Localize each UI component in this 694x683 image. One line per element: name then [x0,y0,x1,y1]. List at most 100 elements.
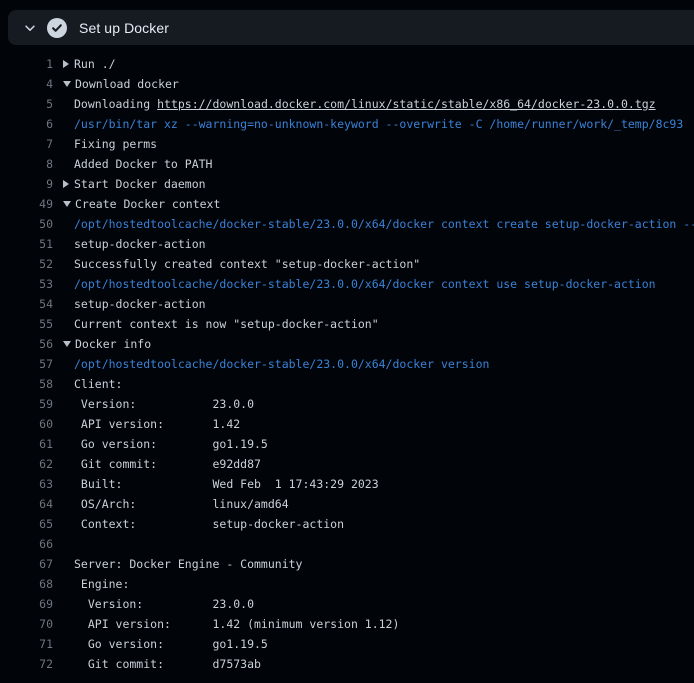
log-text: Go version: go1.19.5 [53,434,694,454]
log-text: Engine: [53,574,694,594]
triangle-down-icon[interactable] [63,341,71,347]
line-number[interactable]: 9 [0,174,53,194]
chevron-down-icon[interactable] [19,21,41,35]
line-number[interactable]: 4 [0,74,53,94]
line-number[interactable]: 52 [0,254,53,274]
log-text-value: Git commit: d7573ab [74,657,261,671]
log-line: 69 Version: 23.0.0 [0,594,694,614]
line-number[interactable]: 72 [0,654,53,674]
log-text: Version: 23.0.0 [53,394,694,414]
line-number[interactable]: 49 [0,194,53,214]
log-line: 7 Fixing perms [0,134,694,154]
log-text: API version: 1.42 (minimum version 1.12) [53,614,694,634]
log-line: 51 setup-docker-action [0,234,694,254]
log-text: API version: 1.42 [53,414,694,434]
log-line: 53/opt/hostedtoolcache/docker-stable/23.… [0,274,694,294]
log-line: 1Run ./ [0,54,694,74]
log-group-title[interactable]: Start Docker daemon [53,174,694,194]
log-text-value: Fixing perms [74,137,157,151]
line-number[interactable]: 6 [0,114,53,134]
log-line: 6/usr/bin/tar xz --warning=no-unknown-ke… [0,114,694,134]
log-text-value: Current context is now "setup-docker-act… [74,317,379,331]
group-title-text: Create Docker context [75,197,220,211]
line-number[interactable]: 58 [0,374,53,394]
log-group-title[interactable]: Docker info [53,334,694,354]
log-group-title[interactable]: Create Docker context [53,194,694,214]
log-text: Client: [53,374,694,394]
line-number[interactable]: 8 [0,154,53,174]
line-number[interactable]: 67 [0,554,53,574]
log-line: 57/opt/hostedtoolcache/docker-stable/23.… [0,354,694,374]
triangle-right-icon[interactable] [63,60,69,68]
log-text: /opt/hostedtoolcache/docker-stable/23.0.… [53,214,694,234]
log-text: /opt/hostedtoolcache/docker-stable/23.0.… [53,354,694,374]
log-text: Context: setup-docker-action [53,514,694,534]
line-number[interactable]: 53 [0,274,53,294]
line-number[interactable]: 63 [0,474,53,494]
log-text: Added Docker to PATH [53,154,694,174]
log-text: Fixing perms [53,134,694,154]
log-text: OS/Arch: linux/amd64 [53,494,694,514]
log-line: 8Added Docker to PATH [0,154,694,174]
log-text: /usr/bin/tar xz --warning=no-unknown-key… [53,114,694,134]
log-group-title[interactable]: Run ./ [53,54,694,74]
log-line: 60 API version: 1.42 [0,414,694,434]
group-title-text: Docker info [75,337,151,351]
log-line: 56 Docker info [0,334,694,354]
line-number[interactable]: 7 [0,134,53,154]
triangle-down-icon[interactable] [63,201,71,207]
line-number[interactable]: 59 [0,394,53,414]
log-text-value: Built: Wed Feb 1 17:43:29 2023 [74,477,379,491]
line-number[interactable]: 1 [0,54,53,74]
log-text [53,534,694,554]
log-text-value: Git commit: e92dd87 [74,457,261,471]
line-number[interactable]: 55 [0,314,53,334]
log-line: 62 Git commit: e92dd87 [0,454,694,474]
line-number[interactable]: 54 [0,294,53,314]
log-line: 59 Version: 23.0.0 [0,394,694,414]
log-text: Successfully created context "setup-dock… [53,254,694,274]
line-number[interactable]: 51 [0,234,53,254]
line-number[interactable]: 71 [0,634,53,654]
line-number[interactable]: 57 [0,354,53,374]
log-group-title[interactable]: Download docker [53,74,694,94]
check-circle-icon [47,18,67,38]
log-line: 63 Built: Wed Feb 1 17:43:29 2023 [0,474,694,494]
line-number[interactable]: 65 [0,514,53,534]
log-text-value: setup-docker-action [74,297,206,311]
line-number[interactable]: 70 [0,614,53,634]
log-text: /opt/hostedtoolcache/docker-stable/23.0.… [53,274,694,294]
log-command: /opt/hostedtoolcache/docker-stable/23.0.… [74,357,489,371]
triangle-down-icon[interactable] [63,81,71,87]
log-line: 52 Successfully created context "setup-do… [0,254,694,274]
log-lines: 1Run ./4Download docker5Downloading http… [0,54,694,674]
triangle-right-icon[interactable] [63,180,69,188]
log-text: setup-docker-action [53,234,694,254]
log-text-value: Go version: go1.19.5 [74,437,268,451]
log-link[interactable]: https://download.docker.com/linux/static… [157,97,656,111]
log-line: 58Client: [0,374,694,394]
log-line: 65 Context: setup-docker-action [0,514,694,534]
log-line: 70 API version: 1.42 (minimum version 1.… [0,614,694,634]
line-number[interactable]: 64 [0,494,53,514]
line-number[interactable]: 62 [0,454,53,474]
log-text: Current context is now "setup-docker-act… [53,314,694,334]
line-number[interactable]: 69 [0,594,53,614]
log-text-value: Context: setup-docker-action [74,517,344,531]
line-number[interactable]: 68 [0,574,53,594]
log-text: Go version: go1.19.5 [53,634,694,654]
line-number[interactable]: 56 [0,334,53,354]
step-header[interactable]: Set up Docker [8,10,694,45]
line-number[interactable]: 60 [0,414,53,434]
log-text-value: API version: 1.42 (minimum version 1.12) [74,617,399,631]
log-text-value: Server: Docker Engine - Community [74,557,302,571]
line-number[interactable]: 61 [0,434,53,454]
log-command: /opt/hostedtoolcache/docker-stable/23.0.… [74,217,694,231]
line-number[interactable]: 50 [0,214,53,234]
line-number[interactable]: 5 [0,94,53,114]
log-text-value: setup-docker-action [74,237,206,251]
log-text-value: Successfully created context "setup-dock… [74,257,420,271]
log-line: 50/opt/hostedtoolcache/docker-stable/23.… [0,214,694,234]
log-line: 67 Server: Docker Engine - Community [0,554,694,574]
line-number[interactable]: 66 [0,534,53,554]
